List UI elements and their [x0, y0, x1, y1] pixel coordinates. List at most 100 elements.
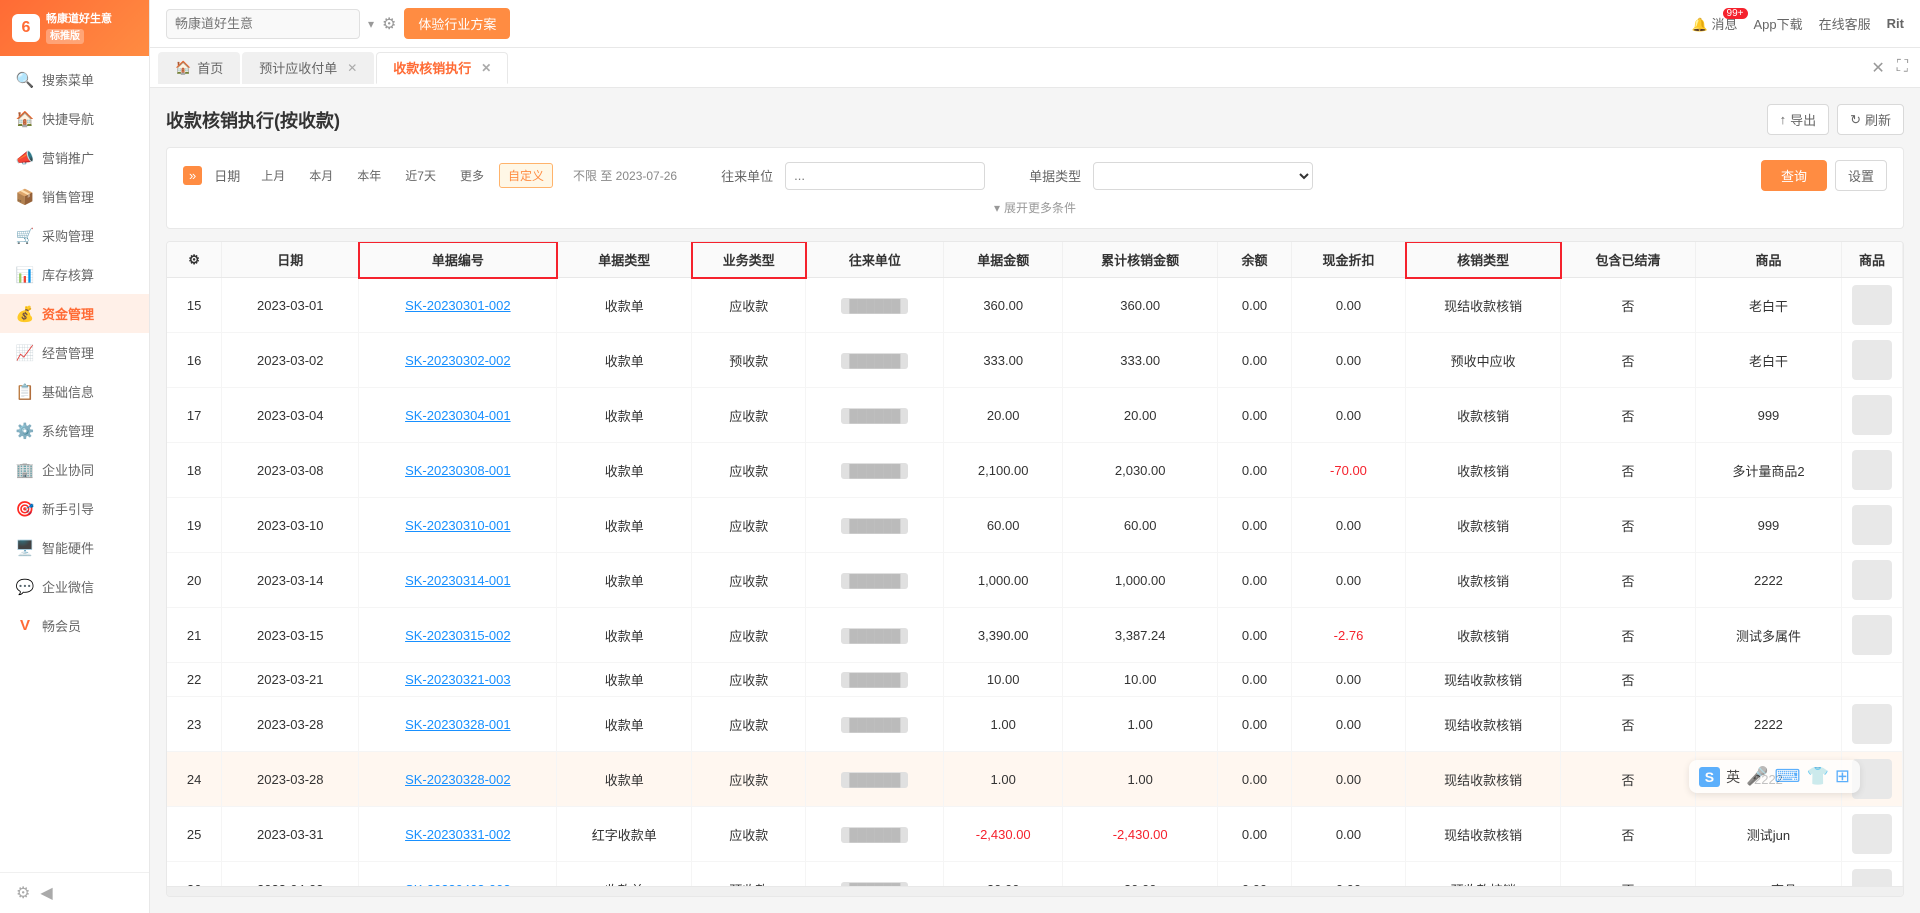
- settings-icon[interactable]: ⚙: [16, 883, 30, 903]
- topbar-right: 🔔 消息 99+ App下载 在线客服 Rit: [1692, 14, 1904, 33]
- query-button[interactable]: 查询: [1761, 160, 1827, 191]
- date-btn-more[interactable]: 更多: [451, 163, 493, 188]
- sidebar-item-sales[interactable]: 📦 销售管理: [0, 177, 149, 216]
- export-button[interactable]: ↑ 导出: [1767, 104, 1830, 135]
- collapse-icon[interactable]: ◀: [40, 883, 52, 903]
- app-download-link[interactable]: App下载: [1754, 14, 1803, 33]
- tab-receipt[interactable]: 收款核销执行 ✕: [376, 52, 508, 84]
- sidebar-item-marketing[interactable]: 📣 营销推广: [0, 138, 149, 177]
- doc-no-link[interactable]: SK-20230302-002: [405, 353, 511, 368]
- cell-doc-no: SK-20230304-001: [359, 388, 557, 443]
- cell-date: 2023-03-02: [222, 333, 359, 388]
- counterpart-input[interactable]: [785, 162, 985, 190]
- doc-no-link[interactable]: SK-20230328-001: [405, 717, 511, 732]
- cell-goods2: [1842, 278, 1903, 333]
- doc-no-link[interactable]: SK-20230315-002: [405, 628, 511, 643]
- cell-counterpart: ██████: [806, 752, 944, 807]
- cell-include-settled: 否: [1561, 498, 1696, 553]
- user-name[interactable]: Rit: [1887, 16, 1904, 31]
- sidebar-item-guide[interactable]: 🎯 新手引导: [0, 489, 149, 528]
- cell-cancel-type: 收款核销: [1406, 443, 1561, 498]
- sidebar-item-label: 畅会员: [42, 616, 81, 635]
- watermark-apps[interactable]: ⊞: [1835, 766, 1850, 787]
- date-btn-this-year[interactable]: 本年: [348, 163, 390, 188]
- sidebar-item-inventory[interactable]: 📊 库存核算: [0, 255, 149, 294]
- doc-no-link[interactable]: SK-20230314-001: [405, 573, 511, 588]
- sidebar-item-search[interactable]: 🔍 搜索菜单: [0, 60, 149, 99]
- sidebar-item-corp[interactable]: 🏢 企业协同: [0, 450, 149, 489]
- watermark-mic[interactable]: 🎤: [1746, 766, 1768, 787]
- cell-goods2: [1842, 807, 1903, 862]
- expand-button[interactable]: ▾ 展开更多条件: [994, 199, 1076, 216]
- doc-no-link[interactable]: SK-20230301-002: [405, 298, 511, 313]
- cell-goods2: [1842, 862, 1903, 887]
- cell-include-settled: 否: [1561, 388, 1696, 443]
- cell-cancel-type: 收款核销: [1406, 388, 1561, 443]
- cell-counterpart: ██████: [806, 498, 944, 553]
- sidebar-item-hardware[interactable]: 🖥️ 智能硬件: [0, 528, 149, 567]
- sidebar-item-label: 营销推广: [42, 148, 94, 167]
- cell-goods2: [1842, 663, 1903, 697]
- cell-goods: 测试多属件: [1695, 608, 1841, 663]
- doc-no-link[interactable]: SK-20230321-003: [405, 672, 511, 687]
- cell-cash-discount: 0.00: [1291, 862, 1405, 887]
- voucher-type-select[interactable]: [1093, 162, 1313, 190]
- topbar-dropdown-arrow[interactable]: ▾: [368, 17, 374, 31]
- th-date: 日期: [222, 242, 359, 278]
- topbar-gear-icon[interactable]: ⚙: [382, 14, 396, 34]
- tab-home[interactable]: 🏠 首页: [158, 52, 240, 84]
- message-icon[interactable]: 🔔 消息 99+: [1692, 14, 1738, 33]
- sidebar-item-quick[interactable]: 🏠 快捷导航: [0, 99, 149, 138]
- filter-collapse-btn[interactable]: »: [183, 166, 202, 185]
- date-btn-last-month[interactable]: 上月: [252, 163, 294, 188]
- setting-button[interactable]: 设置: [1835, 160, 1887, 191]
- watermark-keyboard[interactable]: ⌨: [1775, 766, 1801, 787]
- tabbar-controls: ✕ ⛶: [1867, 54, 1912, 82]
- sidebar-item-operation[interactable]: 📈 经营管理: [0, 333, 149, 372]
- doc-no-link[interactable]: SK-20230304-001: [405, 408, 511, 423]
- tab-close-prepay[interactable]: ✕: [347, 61, 357, 75]
- sidebar-item-label: 基础信息: [42, 382, 94, 401]
- finance-icon: 💰: [16, 305, 34, 323]
- solution-button[interactable]: 体验行业方案: [404, 8, 510, 39]
- cell-cancel-type: 预收中应收: [1406, 333, 1561, 388]
- sidebar-item-system[interactable]: ⚙️ 系统管理: [0, 411, 149, 450]
- tab-prepay[interactable]: 预计应收付单 ✕: [242, 52, 374, 84]
- doc-no-link[interactable]: SK-20230328-002: [405, 772, 511, 787]
- cell-doc-no: SK-20230328-001: [359, 697, 557, 752]
- sidebar-item-basic[interactable]: 📋 基础信息: [0, 372, 149, 411]
- tab-close-all-icon[interactable]: ✕: [1867, 54, 1888, 82]
- cell-cash-discount: 0.00: [1291, 278, 1405, 333]
- cell-amount: 2,100.00: [944, 443, 1063, 498]
- doc-no-link[interactable]: SK-20230310-001: [405, 518, 511, 533]
- th-counterpart: 往来单位: [806, 242, 944, 278]
- date-btn-7days[interactable]: 近7天: [396, 163, 445, 188]
- cell-doc-no: SK-20230301-002: [359, 278, 557, 333]
- tab-expand-icon[interactable]: ⛶: [1893, 54, 1912, 82]
- scrollbar[interactable]: [167, 886, 1903, 896]
- online-service-link[interactable]: 在线客服: [1819, 14, 1871, 33]
- sidebar-item-wechat[interactable]: 💬 企业微信: [0, 567, 149, 606]
- sidebar-item-vip[interactable]: V 畅会员: [0, 606, 149, 645]
- doc-no-link[interactable]: SK-20230308-001: [405, 463, 511, 478]
- table-scroll[interactable]: ⚙ 日期 单据编号 单据类型 业务类型 往来单位 单据金额 累计核销金额 余额 …: [167, 242, 1903, 886]
- date-btn-this-month[interactable]: 本月: [300, 163, 342, 188]
- topbar-search-input[interactable]: [166, 9, 360, 39]
- date-btn-custom[interactable]: 自定义: [499, 163, 553, 188]
- cell-doc-type: 收款单: [557, 388, 692, 443]
- operation-icon: 📈: [16, 344, 34, 362]
- sidebar-item-finance[interactable]: 💰 资金管理: [0, 294, 149, 333]
- cell-cancel-type: 预收款核销: [1406, 862, 1561, 887]
- cell-date: 2023-03-10: [222, 498, 359, 553]
- tab-close-receipt[interactable]: ✕: [481, 61, 491, 75]
- guide-icon: 🎯: [16, 500, 34, 518]
- cell-include-settled: 否: [1561, 862, 1696, 887]
- watermark-shirt[interactable]: 👕: [1806, 766, 1828, 787]
- filter-more-row: ▾ 展开更多条件: [183, 199, 1887, 216]
- doc-no-link[interactable]: SK-20230331-002: [405, 827, 511, 842]
- cell-doc-no: SK-20230310-001: [359, 498, 557, 553]
- refresh-button[interactable]: ↻ 刷新: [1837, 104, 1904, 135]
- sidebar-item-purchase[interactable]: 🛒 采购管理: [0, 216, 149, 255]
- sidebar-item-label: 新手引导: [42, 499, 94, 518]
- cell-total-cancel: 2,030.00: [1063, 443, 1218, 498]
